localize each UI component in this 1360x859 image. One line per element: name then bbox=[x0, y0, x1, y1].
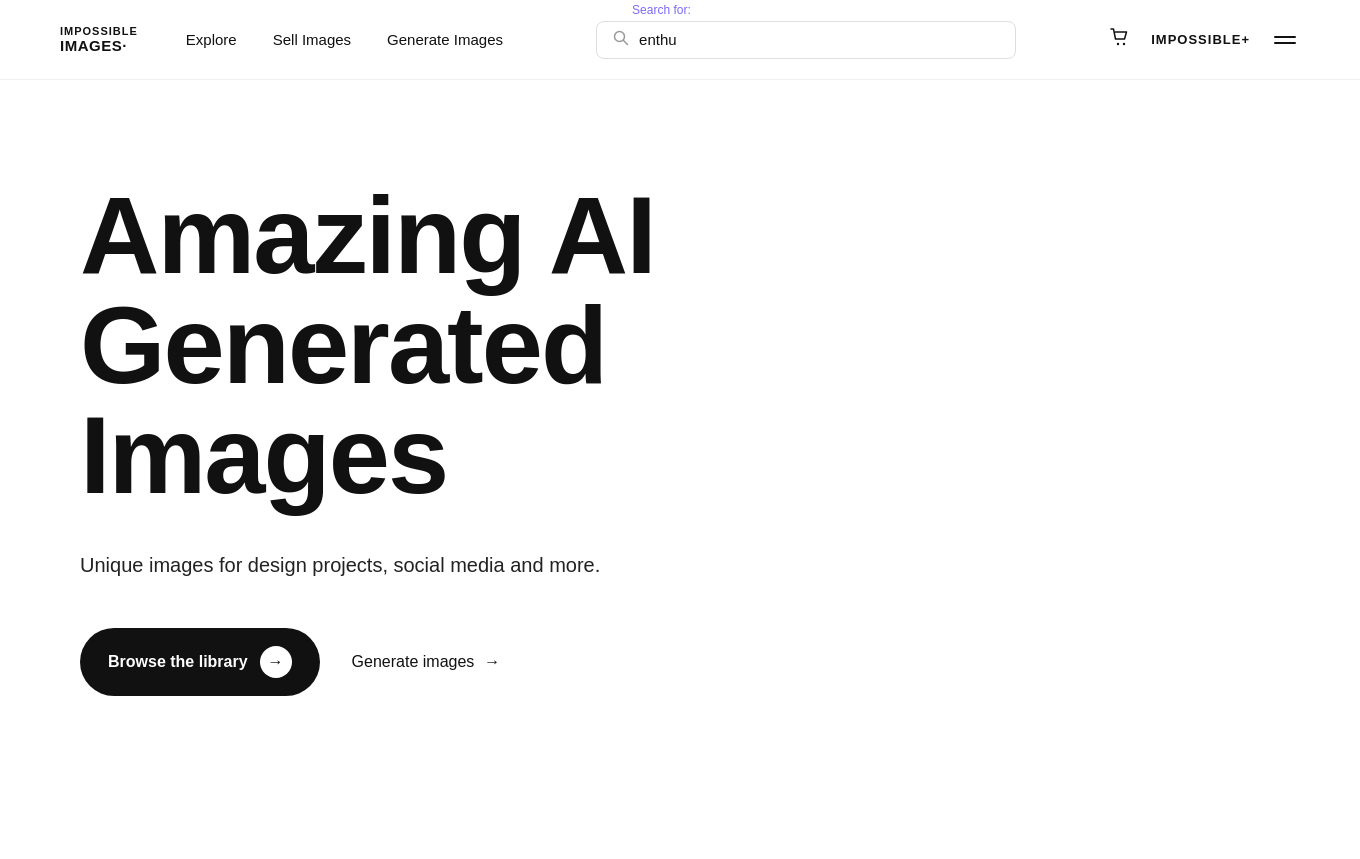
logo-bottom-line: IMAGES· bbox=[60, 37, 138, 54]
hero-title: Amazing AI Generated Images bbox=[80, 180, 720, 510]
header-right: IMPOSSIBLE+ bbox=[1109, 26, 1300, 53]
main-nav: Explore Sell Images Generate Images bbox=[186, 31, 503, 48]
generate-images-label: Generate images bbox=[352, 653, 475, 671]
hero-section: Amazing AI Generated Images Unique image… bbox=[0, 80, 1360, 776]
search-icon bbox=[613, 30, 629, 50]
generate-images-button[interactable]: Generate images → bbox=[352, 653, 501, 671]
impossible-plus-badge[interactable]: IMPOSSIBLE+ bbox=[1151, 32, 1250, 47]
site-header: IMPOSSIBLE IMAGES· Explore Sell Images G… bbox=[0, 0, 1360, 80]
svg-point-2 bbox=[1117, 43, 1119, 45]
browse-arrow-icon: → bbox=[260, 646, 292, 678]
svg-line-1 bbox=[624, 40, 628, 44]
cart-icon[interactable] bbox=[1109, 26, 1131, 53]
browse-library-button[interactable]: Browse the library → bbox=[80, 628, 320, 696]
svg-point-3 bbox=[1123, 43, 1125, 45]
menu-bar-2 bbox=[1274, 42, 1296, 44]
hamburger-menu[interactable] bbox=[1270, 32, 1300, 48]
menu-bar-1 bbox=[1274, 36, 1296, 38]
hero-content: Amazing AI Generated Images Unique image… bbox=[0, 80, 800, 776]
browse-library-label: Browse the library bbox=[108, 653, 248, 671]
nav-explore[interactable]: Explore bbox=[186, 31, 237, 48]
logo-top-line: IMPOSSIBLE bbox=[60, 25, 138, 38]
search-input[interactable] bbox=[639, 31, 999, 48]
logo[interactable]: IMPOSSIBLE IMAGES· bbox=[60, 25, 138, 55]
nav-generate-images[interactable]: Generate Images bbox=[387, 31, 503, 48]
hero-subtitle: Unique images for design projects, socia… bbox=[80, 550, 640, 580]
hero-actions: Browse the library → Generate images → bbox=[80, 628, 720, 696]
header-left: IMPOSSIBLE IMAGES· Explore Sell Images G… bbox=[60, 25, 503, 55]
search-label: Search for: bbox=[632, 3, 691, 17]
search-wrapper: Search for: bbox=[596, 21, 1016, 59]
nav-sell-images[interactable]: Sell Images bbox=[273, 31, 351, 48]
search-box bbox=[596, 21, 1016, 59]
generate-arrow-icon: → bbox=[484, 653, 500, 671]
